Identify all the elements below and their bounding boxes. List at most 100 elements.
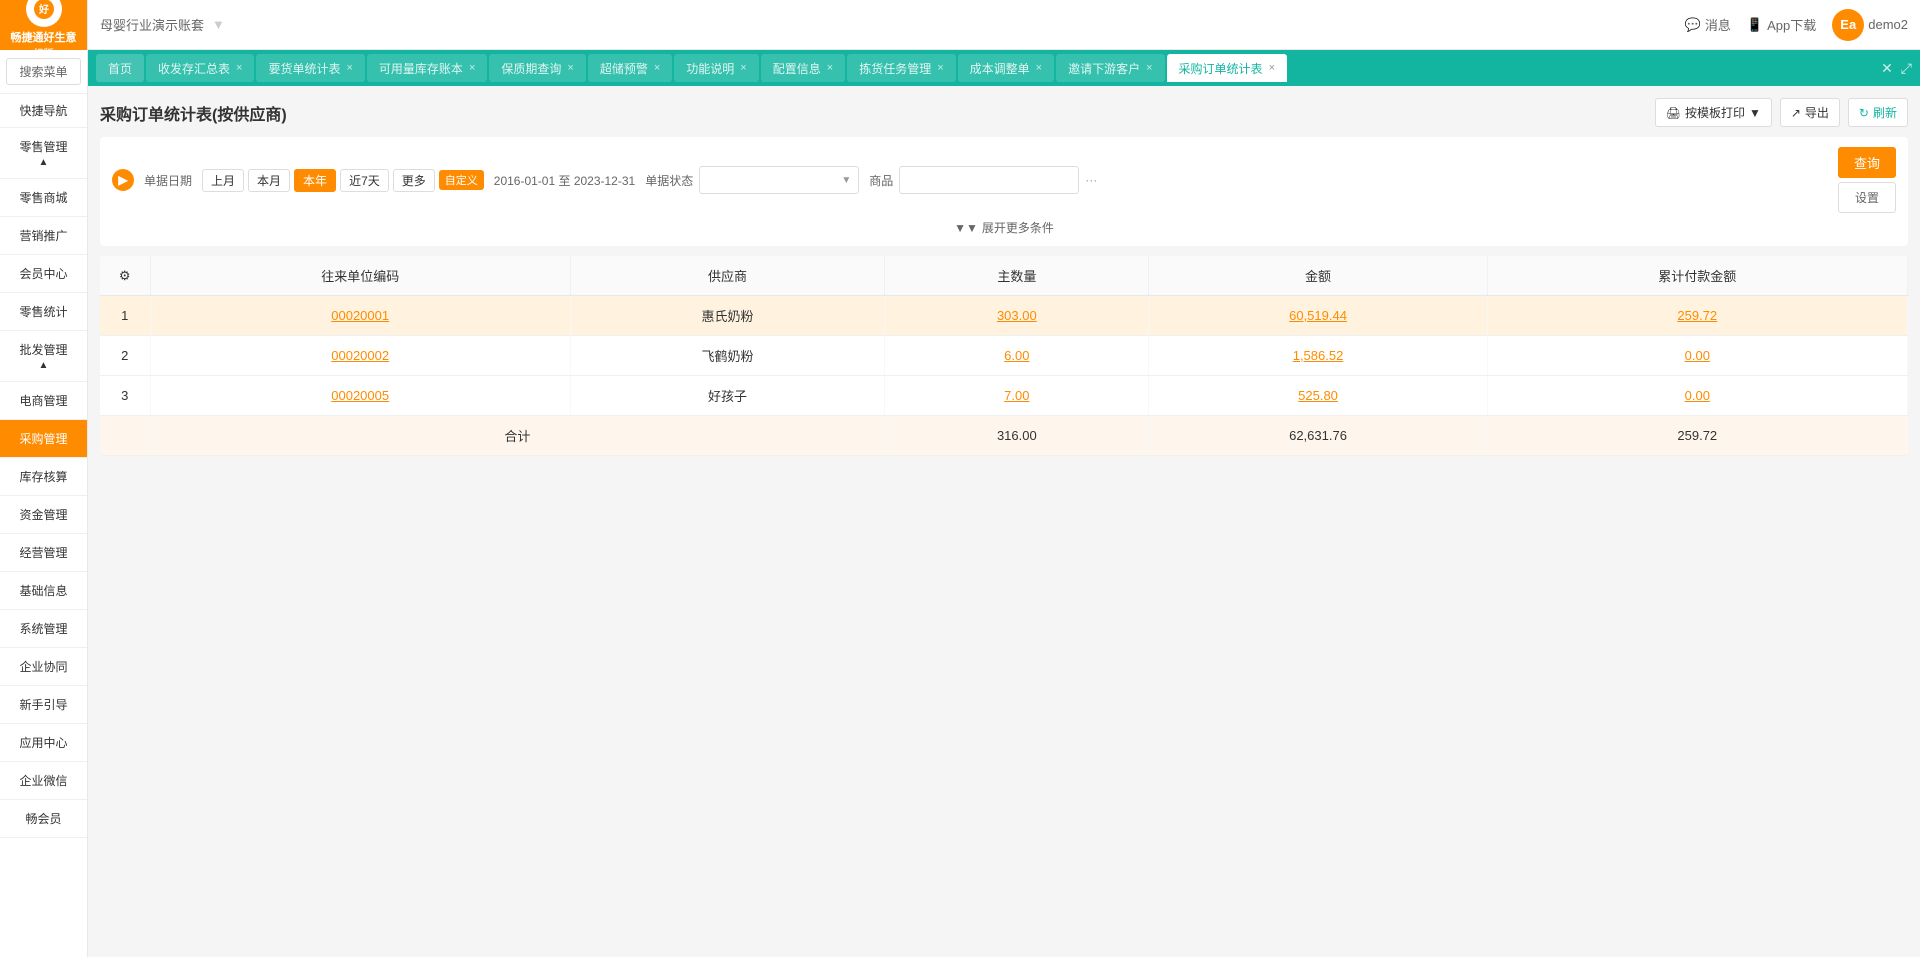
tab-close-receive-summary[interactable]: ×: [236, 62, 242, 74]
tab-label-receive-summary: 收发存汇总表: [158, 60, 230, 77]
tab-purchase-stats[interactable]: 采购订单统计表 ×: [1167, 54, 1287, 82]
sidebar-item-label-vip: 畅会员: [25, 810, 61, 827]
tab-receive-summary[interactable]: 收发存汇总表 ×: [146, 54, 254, 82]
date-this-month-btn[interactable]: 本月: [248, 169, 290, 192]
sidebar-item-retail[interactable]: 零售管理▲: [0, 128, 87, 179]
filter-toggle-button[interactable]: ▶: [112, 169, 134, 191]
date-quick-buttons: 上月 本月 本年 近7天 更多 自定义: [202, 169, 484, 192]
tab-function-desc[interactable]: 功能说明 ×: [674, 54, 758, 82]
summary-empty-col: [100, 416, 150, 456]
status-select-wrapper: ▼: [699, 166, 859, 194]
date-custom-btn[interactable]: 自定义: [439, 170, 484, 190]
row-code-2[interactable]: 00020005: [150, 376, 570, 416]
date-filter-label: 单据日期: [144, 172, 192, 189]
tab-home[interactable]: 首页: [96, 54, 144, 82]
row-qty-0[interactable]: 303.00: [885, 296, 1149, 336]
shortcut-nav-item[interactable]: 快捷导航: [0, 94, 87, 128]
settings-button[interactable]: 设置: [1838, 182, 1896, 213]
date-this-year-btn[interactable]: 本年: [294, 169, 336, 192]
search-menu-button[interactable]: 搜索菜单: [6, 58, 81, 85]
sidebar-item-marketing[interactable]: 营销推广: [0, 217, 87, 255]
tab-goods-stats[interactable]: 要货单统计表×: [256, 54, 364, 82]
row-paid-1[interactable]: 0.00: [1487, 336, 1907, 376]
tab-close-pick-task[interactable]: ×: [937, 62, 943, 74]
sidebar-item-stock[interactable]: 库存核算: [0, 458, 87, 496]
sidebar-item-app-center[interactable]: 应用中心: [0, 724, 87, 762]
row-paid-0[interactable]: 259.72: [1487, 296, 1907, 336]
summary-row: 合计 316.00 62,631.76 259.72: [100, 416, 1908, 456]
print-dropdown-icon: ▼: [1749, 106, 1761, 120]
row-qty-2[interactable]: 7.00: [885, 376, 1149, 416]
message-icon: 💬: [1685, 17, 1701, 33]
row-code-0[interactable]: 00020001: [150, 296, 570, 336]
row-amount-2[interactable]: 525.80: [1149, 376, 1487, 416]
sidebar-item-basic[interactable]: 基础信息: [0, 572, 87, 610]
status-filter: 单据状态 ▼: [645, 166, 859, 194]
date-more-btn[interactable]: 更多: [393, 169, 435, 192]
app-download-button[interactable]: 📱 App下载: [1747, 15, 1816, 34]
user-profile[interactable]: Ea demo2: [1832, 9, 1908, 41]
tab-config-info[interactable]: 配置信息×: [761, 54, 845, 82]
tab-label-invite-customer: 邀请下游客户: [1068, 60, 1140, 77]
row-amount-0[interactable]: 60,519.44: [1149, 296, 1487, 336]
tab-over-stock-warning[interactable]: 超储预警 ×: [588, 54, 672, 82]
tab-available-stock[interactable]: 可用量库存账本×: [367, 54, 487, 82]
tab-close-over-stock-warning[interactable]: ×: [654, 62, 660, 74]
tab-close-goods-stats[interactable]: ×: [346, 62, 352, 74]
tab-close-invite-customer[interactable]: ×: [1146, 62, 1152, 74]
tab-invite-customer[interactable]: 邀请下游客户 ×: [1056, 54, 1164, 82]
expand-label: 展开更多条件: [982, 219, 1054, 236]
tab-fullscreen-button[interactable]: ⤢: [1901, 60, 1912, 77]
sidebar-item-ecommerce[interactable]: 电商管理: [0, 382, 87, 420]
row-code-1[interactable]: 00020002: [150, 336, 570, 376]
status-select[interactable]: [699, 166, 859, 194]
sidebar-item-system[interactable]: 系统管理: [0, 610, 87, 648]
sidebar-item-retail-mall[interactable]: 零售商城: [0, 179, 87, 217]
template-print-button[interactable]: 🖨 按模板打印 ▼: [1655, 98, 1772, 127]
query-button[interactable]: 查询: [1838, 147, 1896, 178]
print-icon: 🖨: [1666, 106, 1681, 120]
tab-close-config-info[interactable]: ×: [827, 62, 833, 74]
expand-more-button[interactable]: ▼▼ 展开更多条件: [954, 219, 1054, 236]
date-prev-month-btn[interactable]: 上月: [202, 169, 244, 192]
app-logo: 好 畅捷通好生意 标版: [0, 0, 87, 50]
sidebar-item-newbie[interactable]: 新手引导: [0, 686, 87, 724]
date-7days-btn[interactable]: 近7天: [340, 169, 389, 192]
row-qty-1[interactable]: 6.00: [885, 336, 1149, 376]
tab-pick-task[interactable]: 拣货任务管理×: [847, 54, 955, 82]
tab-label-function-desc: 功能说明: [686, 60, 734, 77]
sidebar-item-enterprise[interactable]: 企业协同: [0, 648, 87, 686]
sidebar-item-retail-stats[interactable]: 零售统计: [0, 293, 87, 331]
message-button[interactable]: 💬 消息: [1685, 15, 1731, 34]
sidebar-item-enterprise-wechat[interactable]: 企业微信: [0, 762, 87, 800]
tab-close-function-desc[interactable]: ×: [740, 62, 746, 74]
sidebar-item-label-marketing: 营销推广: [19, 227, 67, 244]
sidebar-item-label-app-center: 应用中心: [19, 734, 67, 751]
goods-input[interactable]: [899, 166, 1079, 194]
row-amount-1[interactable]: 1,586.52: [1149, 336, 1487, 376]
summary-label: 合计: [150, 416, 885, 456]
tab-close-expiry-query[interactable]: ×: [567, 62, 573, 74]
tabbar: 首页收发存汇总表×要货单统计表×可用量库存账本×保质期查询×超储预警×功能说明×…: [88, 50, 1920, 86]
goods-more-icon[interactable]: ···: [1085, 173, 1097, 187]
sidebar-item-vip[interactable]: 畅会员: [0, 800, 87, 838]
tab-label-purchase-stats: 采购订单统计表: [1179, 60, 1263, 77]
row-paid-2[interactable]: 0.00: [1487, 376, 1907, 416]
sidebar-item-member[interactable]: 会员中心: [0, 255, 87, 293]
export-button[interactable]: ↗ 导出: [1780, 98, 1840, 127]
filter-row-1: ▶ 单据日期 上月 本月 本年 近7天 更多 自定义 2016-01-01 至 …: [112, 147, 1896, 213]
sidebar-item-finance[interactable]: 资金管理: [0, 496, 87, 534]
tab-cost-adjust[interactable]: 成本调整单×: [958, 54, 1054, 82]
sidebar-item-business[interactable]: 经营管理: [0, 534, 87, 572]
sidebar-item-purchase[interactable]: 采购管理: [0, 420, 87, 458]
refresh-button[interactable]: ↻ 刷新: [1848, 98, 1908, 127]
tab-expiry-query[interactable]: 保质期查询×: [489, 54, 585, 82]
tab-close-cost-adjust[interactable]: ×: [1036, 62, 1042, 74]
tab-label-over-stock-warning: 超储预警: [600, 60, 648, 77]
tab-close-all-button[interactable]: ✕: [1881, 60, 1893, 77]
sidebar-item-wholesale[interactable]: 批发管理▲: [0, 331, 87, 382]
sidebar-item-label-enterprise: 企业协同: [19, 658, 67, 675]
tab-close-available-stock[interactable]: ×: [469, 62, 475, 74]
tab-close-purchase-stats[interactable]: ×: [1269, 62, 1275, 74]
settings-icon[interactable]: ⚙: [119, 268, 131, 283]
